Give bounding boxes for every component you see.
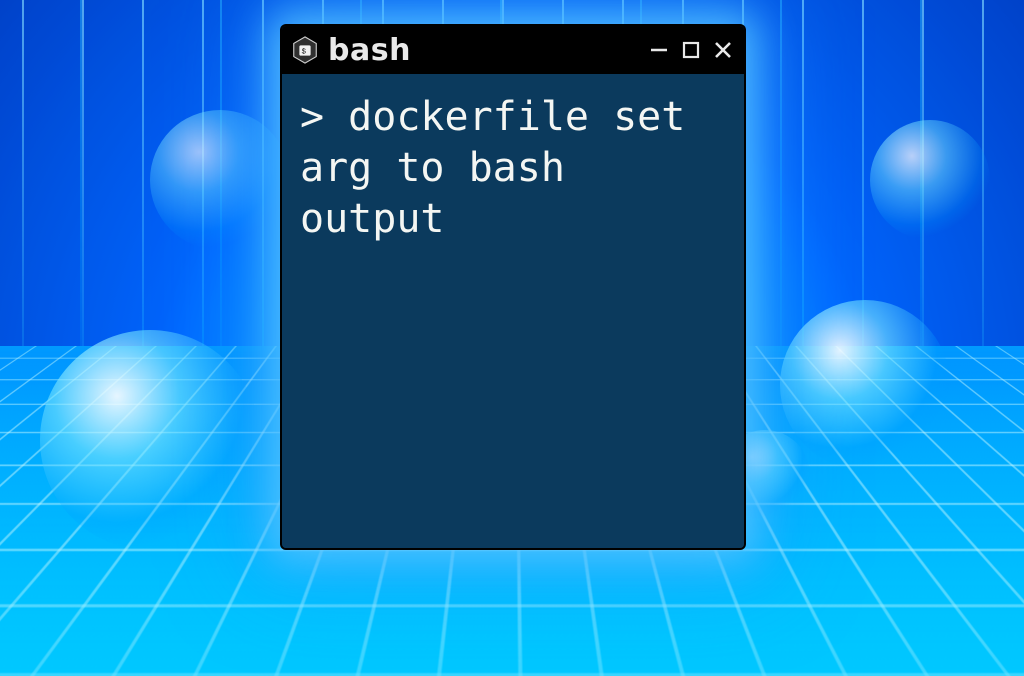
maximize-button[interactable] (680, 39, 702, 61)
window-title: bash (328, 33, 640, 68)
svg-text:$: $ (301, 48, 306, 56)
bash-shell-icon: $ (290, 35, 320, 65)
terminal-window: $ bash > dockerfile set arg to bash outp… (282, 26, 744, 548)
terminal-body[interactable]: > dockerfile set arg to bash output (282, 74, 744, 548)
background-orb (870, 120, 990, 240)
background-orb (150, 110, 290, 250)
window-controls (648, 39, 734, 61)
terminal-prompt: > (300, 94, 348, 140)
background-orb (780, 300, 950, 470)
terminal-line: > dockerfile set arg to bash output (300, 92, 726, 246)
close-button[interactable] (712, 39, 734, 61)
titlebar[interactable]: $ bash (282, 26, 744, 74)
background-orb (40, 330, 260, 550)
terminal-command-text: dockerfile set arg to bash output (300, 94, 709, 242)
minimize-button[interactable] (648, 39, 670, 61)
